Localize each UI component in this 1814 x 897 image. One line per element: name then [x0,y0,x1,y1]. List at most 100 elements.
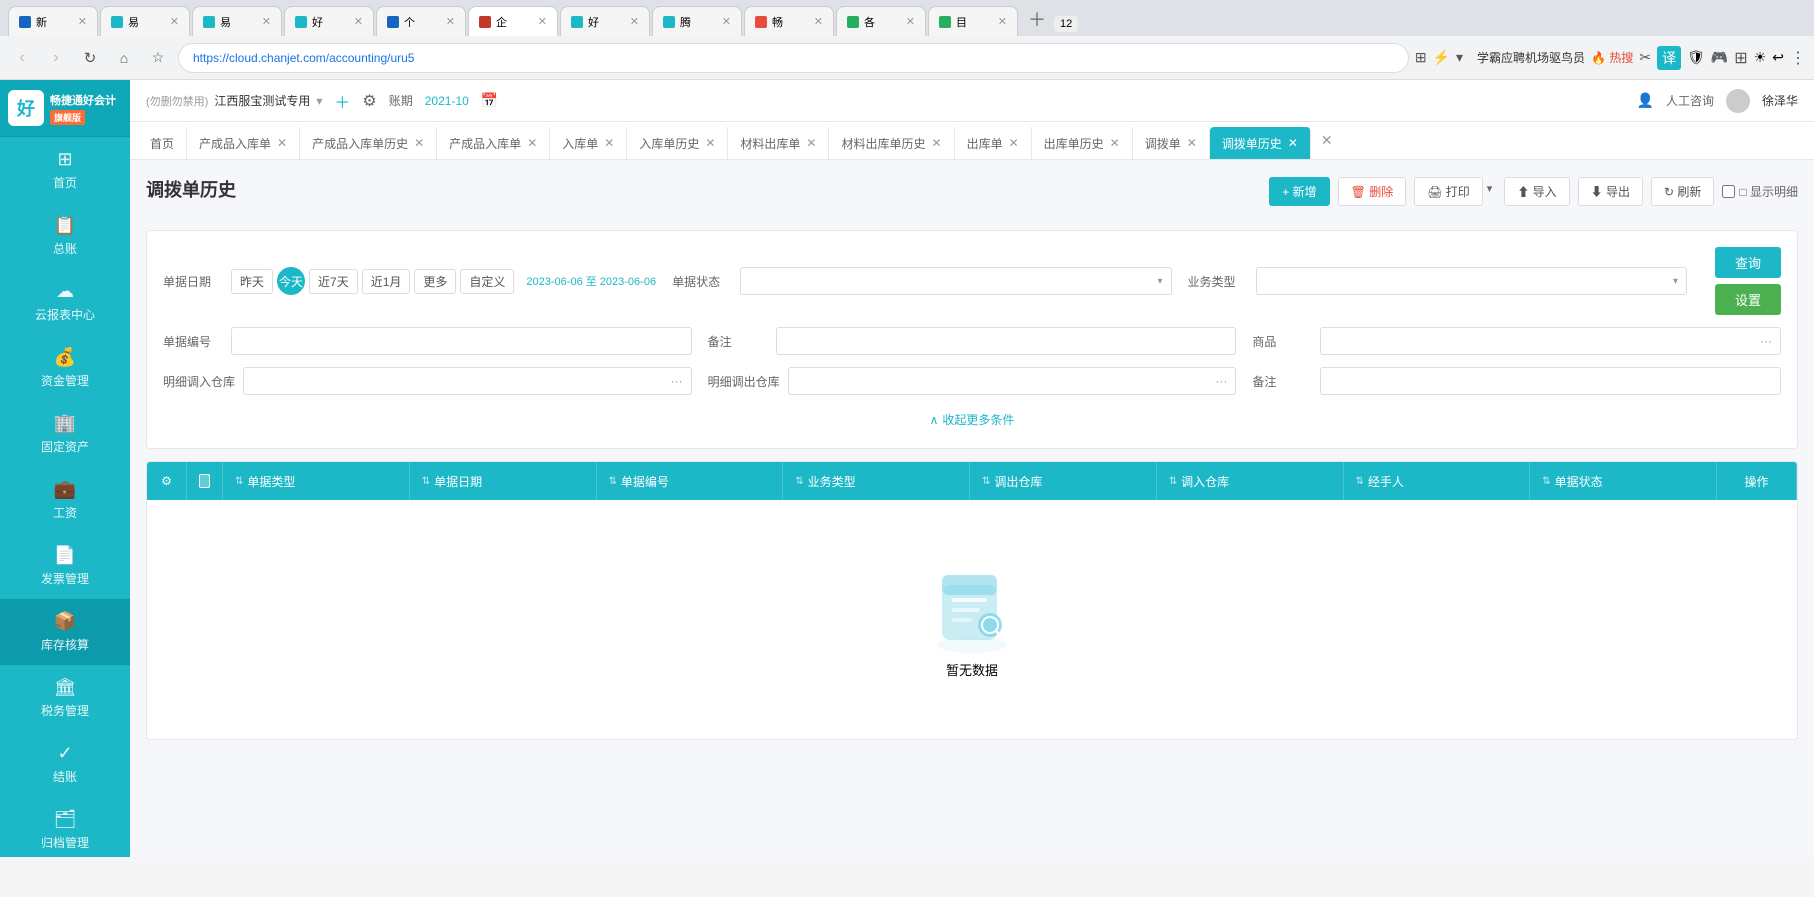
th-doc-date[interactable]: ⇅ 单据日期 [410,462,597,500]
nav-history-icon[interactable]: ↩ [1772,49,1784,66]
tab-close-material-outbound-history[interactable]: ✕ [932,136,942,150]
nav-reload-button[interactable]: ↻ [76,44,104,72]
company-dropdown-icon[interactable]: ▾ [316,94,322,108]
nav-dropdown-button[interactable]: ▾ [1456,49,1463,66]
support-label[interactable]: 人工咨询 [1666,92,1714,109]
browser-tab-6[interactable]: 企 ✕ [468,6,558,36]
sidebar-item-home[interactable]: ⊞ 首页 [0,137,130,203]
setting-button[interactable]: 设置 [1715,284,1781,315]
tab-outbound[interactable]: 出库单 ✕ [955,127,1032,159]
tab-close-material-outbound[interactable]: ✕ [806,136,816,150]
tab-close-3[interactable]: ✕ [262,15,271,28]
browser-tab-2[interactable]: 易 ✕ [100,6,190,36]
import-button[interactable]: ⬆ 导入 [1504,177,1569,206]
print-button[interactable]: 🖨 打印 [1414,177,1483,206]
tab-close-7[interactable]: ✕ [630,15,639,28]
nav-brightness-icon[interactable]: ☀ [1754,49,1767,66]
export-button[interactable]: ⬇ 导出 [1578,177,1643,206]
new-button[interactable]: + 新增 [1269,177,1329,206]
sidebar-item-fund[interactable]: 💰 资金管理 [0,335,130,401]
th-doc-type[interactable]: ⇅ 单据类型 [223,462,410,500]
refresh-button[interactable]: ↻ 刷新 [1651,177,1714,206]
browser-tab-10[interactable]: 各 ✕ [836,6,926,36]
address-bar[interactable] [178,43,1409,73]
nav-home-button[interactable]: ⌂ [110,44,138,72]
sidebar-item-salary[interactable]: 💼 工资 [0,467,130,533]
tab-close-outbound-history[interactable]: ✕ [1110,136,1120,150]
query-button[interactable]: 查询 [1715,247,1781,278]
sidebar-item-inventory[interactable]: 📦 库存核算 [0,599,130,665]
tab-close-product-inbound2[interactable]: ✕ [527,136,537,150]
delete-button[interactable]: 🗑 删除 [1338,177,1407,206]
tab-close-1[interactable]: ✕ [78,15,87,28]
tab-close-5[interactable]: ✕ [446,15,455,28]
nav-game-icon[interactable]: 🎮 [1711,49,1728,66]
new-tab-button[interactable]: ＋ [1020,6,1054,32]
support-icon[interactable]: 👤 [1637,92,1654,109]
note-filter-input[interactable] [1320,367,1781,395]
date-btn-7days[interactable]: 近7天 [309,269,358,294]
tab-close-10[interactable]: ✕ [906,15,915,28]
status-filter-select[interactable]: ▾ [740,267,1171,295]
th-biz-type[interactable]: ⇅ 业务类型 [783,462,970,500]
show-detail-toggle[interactable]: □ 显示明细 [1722,183,1798,200]
nav-more-icon[interactable]: ⋮ [1790,48,1806,68]
browser-tab-8[interactable]: 腾 ✕ [652,6,742,36]
show-detail-checkbox[interactable] [1722,185,1735,198]
sidebar-item-cloud-report[interactable]: ☁ 云报表中心 [0,269,130,335]
nav-back-button[interactable]: ‹ [8,44,36,72]
nav-shield-icon[interactable]: 🛡 [1687,49,1705,66]
tab-close-4[interactable]: ✕ [354,15,363,28]
collapse-button[interactable]: ∧ 收起更多条件 [926,407,1019,432]
th-doc-no[interactable]: ⇅ 单据编号 [597,462,784,500]
nav-bookmark-button[interactable]: ☆ [144,44,172,72]
tab-transfer-history[interactable]: 调拨单历史 ✕ [1210,127,1311,159]
tab-inbound-history[interactable]: 入库单历史 ✕ [627,127,728,159]
th-checkbox[interactable] [187,462,223,500]
date-btn-more[interactable]: 更多 [414,269,456,294]
nav-scissors-icon[interactable]: ✂ [1639,49,1651,66]
tab-close-product-inbound[interactable]: ✕ [277,136,287,150]
th-gear[interactable]: ⚙ [147,462,187,500]
user-avatar[interactable] [1726,89,1750,113]
remark-filter-input[interactable] [776,327,1237,355]
browser-tab-3[interactable]: 易 ✕ [192,6,282,36]
browser-tab-9[interactable]: 畅 ✕ [744,6,834,36]
browser-tab-5[interactable]: 个 ✕ [376,6,466,36]
tab-inbound[interactable]: 入库单 ✕ [550,127,627,159]
th-handler[interactable]: ⇅ 经手人 [1344,462,1531,500]
company-selector[interactable]: (勿删勿禁用) 江西服宝测试专用 ▾ [146,92,322,109]
tab-close-11[interactable]: ✕ [998,15,1007,28]
tab-close-9[interactable]: ✕ [814,15,823,28]
tab-close-outbound[interactable]: ✕ [1009,136,1019,150]
tab-product-inbound-history[interactable]: 产成品入库单历史 ✕ [300,127,437,159]
tab-close-8[interactable]: ✕ [722,15,731,28]
biz-type-filter-select[interactable]: ▾ [1256,267,1687,295]
gear-settings-icon[interactable]: ⚙ [161,474,172,488]
settings-gear-icon[interactable]: ⚙ [362,91,376,111]
sidebar-item-fixed-assets[interactable]: 🏢 固定资产 [0,401,130,467]
tab-close-inbound[interactable]: ✕ [604,136,614,150]
sidebar-item-archive[interactable]: 🗂 归档管理 [0,797,130,857]
tab-close-all-button[interactable]: ✕ [1315,132,1339,149]
sidebar-item-tax[interactable]: 🏛 税务管理 [0,665,130,731]
tab-product-inbound2[interactable]: 产成品入库单 ✕ [437,127,550,159]
browser-tab-7[interactable]: 好 ✕ [560,6,650,36]
tab-transfer[interactable]: 调拨单 ✕ [1133,127,1210,159]
th-in-warehouse[interactable]: ⇅ 调入仓库 [1157,462,1344,500]
tab-close-6[interactable]: ✕ [538,15,547,28]
print-dropdown-icon[interactable]: ▾ [1483,177,1497,206]
sidebar-item-close[interactable]: ✓ 结账 [0,731,130,797]
tab-material-outbound-history[interactable]: 材料出库单历史 ✕ [829,127,954,159]
nav-translate-icon[interactable]: 译 [1657,46,1681,70]
user-name[interactable]: 徐泽华 [1762,92,1798,109]
sidebar-item-invoice[interactable]: 📄 发票管理 [0,533,130,599]
tab-material-outbound[interactable]: 材料出库单 ✕ [728,127,829,159]
tab-product-inbound[interactable]: 产成品入库单 ✕ [187,127,300,159]
date-btn-yesterday[interactable]: 昨天 [231,269,273,294]
docno-filter-input[interactable] [231,327,692,355]
date-btn-1month[interactable]: 近1月 [362,269,411,294]
in-warehouse-filter-select[interactable]: ··· [243,367,692,395]
calendar-icon[interactable]: 📅 [481,92,498,109]
add-company-button[interactable]: ＋ [334,89,350,113]
